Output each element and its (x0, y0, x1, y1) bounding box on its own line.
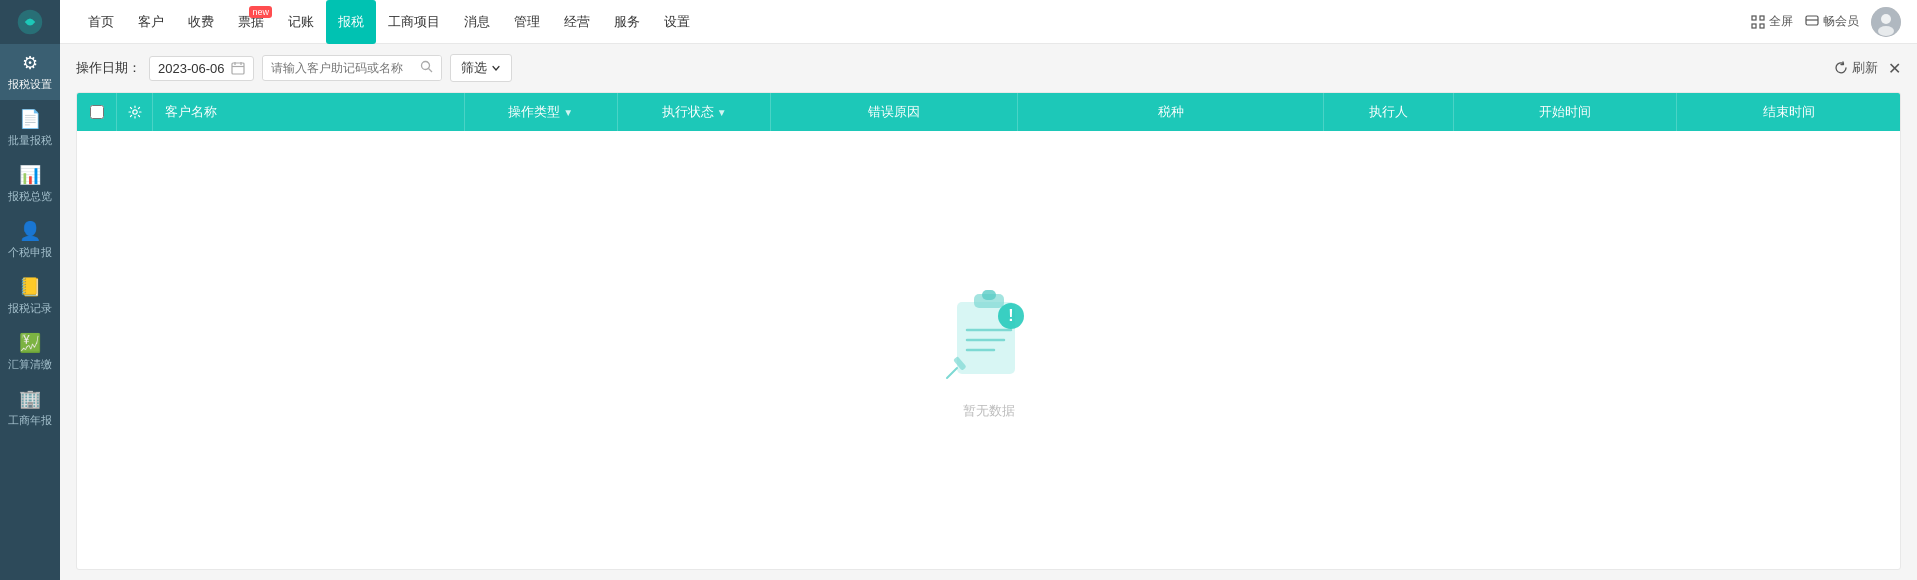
search-button[interactable] (412, 56, 441, 80)
svg-rect-3 (1752, 24, 1756, 28)
nav-message[interactable]: 消息 (452, 0, 502, 44)
data-table: 客户名称 操作类型 ▼ 执行状态 ▼ 错误原因 税种 (76, 92, 1901, 570)
close-button[interactable]: ✕ (1888, 59, 1901, 78)
svg-rect-19 (982, 290, 996, 300)
nav-home[interactable]: 首页 (76, 0, 126, 44)
member-button[interactable]: 畅会员 (1805, 13, 1859, 30)
th-checkbox[interactable] (77, 93, 117, 131)
svg-point-9 (1878, 26, 1894, 36)
svg-rect-1 (1752, 16, 1756, 20)
empty-text: 暂无数据 (963, 402, 1015, 420)
content-main: 操作日期： 2023-06-06 (60, 44, 1917, 580)
th-name: 客户名称 (153, 93, 465, 131)
search-wrap (262, 55, 442, 81)
refresh-button[interactable]: 刷新 (1834, 59, 1878, 77)
sidebar-item-baoshui-jilu[interactable]: 📒 报税记录 (0, 268, 60, 324)
app-logo (0, 0, 60, 44)
sidebar-item-huisuan-jiaona[interactable]: 💹 汇算清缴 (0, 324, 60, 380)
svg-rect-4 (1760, 24, 1764, 28)
gear-icon (128, 105, 142, 119)
sidebar-item-piliang-baoshui[interactable]: 📄 批量报税 (0, 100, 60, 156)
table-header: 客户名称 操作类型 ▼ 执行状态 ▼ 错误原因 税种 (77, 93, 1900, 131)
piliang-baoshui-icon: 📄 (19, 108, 41, 130)
svg-line-25 (947, 368, 957, 378)
refresh-icon (1834, 61, 1848, 75)
avatar[interactable] (1871, 7, 1901, 37)
new-badge: new (249, 6, 272, 19)
gongshang-nianbao-icon: 🏢 (19, 388, 41, 410)
nav-management[interactable]: 管理 (502, 0, 552, 44)
date-picker[interactable]: 2023-06-06 (149, 56, 254, 81)
fullscreen-button[interactable]: 全屏 (1751, 13, 1793, 30)
nav-settings[interactable]: 设置 (652, 0, 702, 44)
empty-state: ! 暂无数据 (77, 131, 1900, 569)
toolbar-right: 刷新 ✕ (1834, 59, 1901, 78)
nav-invoice[interactable]: 票据 new (226, 0, 276, 44)
empty-illustration: ! (939, 280, 1039, 390)
date-label: 操作日期： (76, 59, 141, 77)
toolbar-row: 操作日期： 2023-06-06 (76, 54, 1901, 82)
th-gear[interactable] (117, 93, 153, 131)
filter-button[interactable]: 筛选 (450, 54, 512, 82)
th-starttime: 开始时间 (1454, 93, 1678, 131)
optype-sort-icon: ▼ (563, 107, 573, 118)
nav-receipts[interactable]: 收费 (176, 0, 226, 44)
search-icon (420, 60, 433, 73)
huisuan-jiaona-icon: 💹 (19, 332, 41, 354)
baoshui-shezhi-icon: ⚙ (22, 52, 38, 74)
svg-text:!: ! (1008, 307, 1013, 324)
th-executor: 执行人 (1324, 93, 1454, 131)
top-navigation: 首页 客户 收费 票据 new 记账 报税 工商项目 消息 管理 经营 服务 设… (60, 0, 1917, 44)
nav-tax[interactable]: 报税 (326, 0, 376, 44)
topnav-right: 全屏 畅会员 (1751, 7, 1901, 37)
svg-point-14 (421, 62, 429, 70)
status-sort-icon: ▼ (717, 107, 727, 118)
svg-rect-2 (1760, 16, 1764, 20)
main-area: 首页 客户 收费 票据 new 记账 报税 工商项目 消息 管理 经营 服务 设… (60, 0, 1917, 580)
nav-customer[interactable]: 客户 (126, 0, 176, 44)
sidebar-item-gongshang-nianbao[interactable]: 🏢 工商年报 (0, 380, 60, 436)
svg-point-8 (1881, 14, 1891, 24)
table-body: ! 暂无数据 (77, 131, 1900, 569)
chevron-down-icon (491, 63, 501, 73)
page-content: 操作日期： 2023-06-06 (60, 44, 1917, 580)
th-status[interactable]: 执行状态 ▼ (618, 93, 771, 131)
sidebar-item-baoshui-shezhi[interactable]: ⚙ 报税设置 (0, 44, 60, 100)
search-input[interactable] (263, 57, 412, 79)
nav-operations[interactable]: 经营 (552, 0, 602, 44)
th-taxtype: 税种 (1018, 93, 1324, 131)
th-optype[interactable]: 操作类型 ▼ (465, 93, 618, 131)
th-endtime: 结束时间 (1677, 93, 1900, 131)
baoshui-jilu-icon: 📒 (19, 276, 41, 298)
member-icon (1805, 15, 1819, 29)
sidebar-item-geshuishenbao[interactable]: 👤 个税申报 (0, 212, 60, 268)
sidebar-item-baoshui-zonlan[interactable]: 📊 报税总览 (0, 156, 60, 212)
baoshui-zonlan-icon: 📊 (19, 164, 41, 186)
nav-service[interactable]: 服务 (602, 0, 652, 44)
nav-accounting[interactable]: 记账 (276, 0, 326, 44)
th-errorreason: 错误原因 (771, 93, 1018, 131)
fullscreen-icon (1751, 15, 1765, 29)
svg-rect-10 (232, 63, 244, 74)
select-all-checkbox[interactable] (90, 105, 104, 119)
nav-bizproject[interactable]: 工商项目 (376, 0, 452, 44)
geshuishenbao-icon: 👤 (19, 220, 41, 242)
svg-point-16 (132, 110, 136, 114)
sidebar: ⚙ 报税设置 📄 批量报税 📊 报税总览 👤 个税申报 📒 报税记录 💹 汇算清… (0, 0, 60, 580)
calendar-icon (231, 61, 245, 75)
svg-line-15 (428, 69, 432, 73)
